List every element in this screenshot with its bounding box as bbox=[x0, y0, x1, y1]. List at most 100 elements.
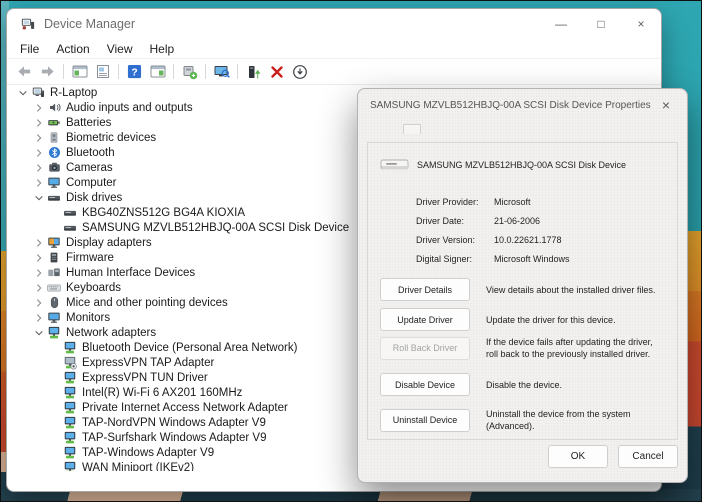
network-icon bbox=[63, 371, 77, 385]
chevron-icon[interactable] bbox=[33, 147, 45, 159]
chevron-icon bbox=[49, 462, 61, 472]
chevron-icon[interactable] bbox=[17, 87, 29, 99]
chevron-icon bbox=[49, 207, 61, 219]
help-icon[interactable]: ? bbox=[124, 61, 145, 82]
toolbar-separator bbox=[118, 64, 119, 79]
properties-icon[interactable] bbox=[92, 61, 113, 82]
device-manager-titlebar[interactable]: Device Manager — □ × bbox=[7, 9, 661, 39]
uninstall-device-icon[interactable] bbox=[266, 61, 287, 82]
toolbar-separator bbox=[237, 64, 238, 79]
svg-text:?: ? bbox=[131, 67, 137, 78]
chevron-icon[interactable] bbox=[33, 237, 45, 249]
driver-field-row: Digital Signer: Microsoft Windows bbox=[416, 249, 570, 268]
menu-file[interactable]: File bbox=[20, 42, 39, 56]
chevron-icon bbox=[49, 417, 61, 429]
driver-fields: Driver Provider: Microsoft Driver Date: … bbox=[416, 192, 570, 268]
firmware-icon bbox=[47, 251, 61, 265]
network-icon bbox=[63, 386, 77, 400]
chevron-icon[interactable] bbox=[33, 267, 45, 279]
chevron-icon[interactable] bbox=[33, 282, 45, 294]
chevron-icon bbox=[49, 387, 61, 399]
chevron-icon[interactable] bbox=[33, 132, 45, 144]
disk-icon bbox=[63, 206, 77, 220]
chevron-icon bbox=[49, 342, 61, 354]
panels-icon[interactable] bbox=[147, 61, 168, 82]
device-header: SAMSUNG MZVLB512HBJQ-00A SCSI Disk Devic… bbox=[380, 155, 626, 174]
window-title: Device Manager bbox=[44, 17, 549, 31]
driver-field-row: Driver Version: 10.0.22621.1778 bbox=[416, 230, 570, 249]
close-button[interactable]: × bbox=[629, 13, 653, 35]
driver-action-row: Uninstall Device Uninstall the device fr… bbox=[380, 408, 668, 432]
chevron-icon bbox=[49, 402, 61, 414]
device-manager-app-icon bbox=[21, 17, 35, 31]
tab-details[interactable] bbox=[421, 128, 433, 133]
tab-volumes[interactable] bbox=[391, 128, 403, 133]
network-icon bbox=[63, 446, 77, 460]
cancel-button[interactable]: Cancel bbox=[618, 445, 678, 468]
menu-help[interactable]: Help bbox=[150, 42, 175, 56]
scan-devices-icon[interactable] bbox=[179, 61, 200, 82]
display-adapter-icon bbox=[47, 236, 61, 250]
network-icon bbox=[63, 341, 77, 355]
maximize-button[interactable]: □ bbox=[589, 13, 613, 35]
toolbar-separator bbox=[173, 64, 174, 79]
chevron-icon[interactable] bbox=[33, 327, 45, 339]
mouse-icon bbox=[47, 296, 61, 310]
dialog-close-icon[interactable]: × bbox=[653, 94, 679, 116]
dialog-footer: OK Cancel bbox=[548, 445, 678, 468]
menu-view[interactable]: View bbox=[107, 42, 133, 56]
driver-field-row: Driver Date: 21-06-2006 bbox=[416, 211, 570, 230]
chevron-icon[interactable] bbox=[33, 162, 45, 174]
chevron-icon bbox=[49, 447, 61, 459]
workstation-icon bbox=[31, 86, 45, 100]
tab-policies[interactable] bbox=[379, 128, 391, 133]
uninstall-device-button[interactable]: Uninstall Device bbox=[380, 409, 470, 432]
back-icon[interactable] bbox=[14, 61, 35, 82]
device-properties-dialog: SAMSUNG MZVLB512HBJQ-00A SCSI Disk Devic… bbox=[357, 88, 688, 483]
chevron-icon[interactable] bbox=[33, 312, 45, 324]
chevron-icon[interactable] bbox=[33, 117, 45, 129]
scan-hardware-changes-icon[interactable] bbox=[289, 61, 310, 82]
forward-icon[interactable] bbox=[37, 61, 58, 82]
toolbar-separator bbox=[205, 64, 206, 79]
network-icon bbox=[63, 431, 77, 445]
network-icon bbox=[63, 461, 77, 472]
tab-driver[interactable] bbox=[403, 124, 421, 134]
chevron-icon[interactable] bbox=[33, 192, 45, 204]
console-tree-icon[interactable] bbox=[69, 61, 90, 82]
driver-details-button[interactable]: Driver Details bbox=[380, 278, 470, 301]
monitor-icon bbox=[47, 311, 61, 325]
chevron-icon[interactable] bbox=[33, 297, 45, 309]
disk-drive-icon bbox=[380, 155, 410, 174]
chevron-icon bbox=[49, 372, 61, 384]
toolbar: ? bbox=[7, 58, 661, 85]
disk-icon bbox=[63, 221, 77, 235]
update-driver-icon[interactable] bbox=[243, 61, 264, 82]
chevron-icon bbox=[49, 222, 61, 234]
chevron-icon[interactable] bbox=[33, 177, 45, 189]
device-name: SAMSUNG MZVLB512HBJQ-00A SCSI Disk Devic… bbox=[417, 160, 626, 170]
dialog-titlebar[interactable]: SAMSUNG MZVLB512HBJQ-00A SCSI Disk Devic… bbox=[358, 89, 687, 121]
tab-general[interactable] bbox=[367, 128, 379, 133]
remote-desktop-icon[interactable] bbox=[211, 61, 232, 82]
bluetooth-icon bbox=[47, 146, 61, 160]
chevron-icon[interactable] bbox=[33, 252, 45, 264]
update-driver-button[interactable]: Update Driver bbox=[380, 308, 470, 331]
monitor-icon bbox=[47, 176, 61, 190]
keyboard-icon bbox=[47, 281, 61, 295]
minimize-button[interactable]: — bbox=[549, 13, 573, 35]
driver-tab-page: SAMSUNG MZVLB512HBJQ-00A SCSI Disk Devic… bbox=[367, 142, 678, 440]
disable-device-button[interactable]: Disable Device bbox=[380, 373, 470, 396]
driver-field-row: Driver Provider: Microsoft bbox=[416, 192, 570, 211]
chevron-icon[interactable] bbox=[33, 102, 45, 114]
driver-action-row: Roll Back Driver If the device fails aft… bbox=[380, 336, 668, 360]
network-plus-icon bbox=[63, 356, 77, 370]
disk-icon bbox=[47, 191, 61, 205]
toolbar-separator bbox=[63, 64, 64, 79]
ok-button[interactable]: OK bbox=[548, 445, 608, 468]
driver-action-row: Disable Device Disable the device. bbox=[380, 373, 668, 396]
tab-events[interactable] bbox=[433, 128, 445, 133]
menu-action[interactable]: Action bbox=[56, 42, 89, 56]
battery-icon bbox=[47, 116, 61, 130]
network-icon bbox=[63, 401, 77, 415]
